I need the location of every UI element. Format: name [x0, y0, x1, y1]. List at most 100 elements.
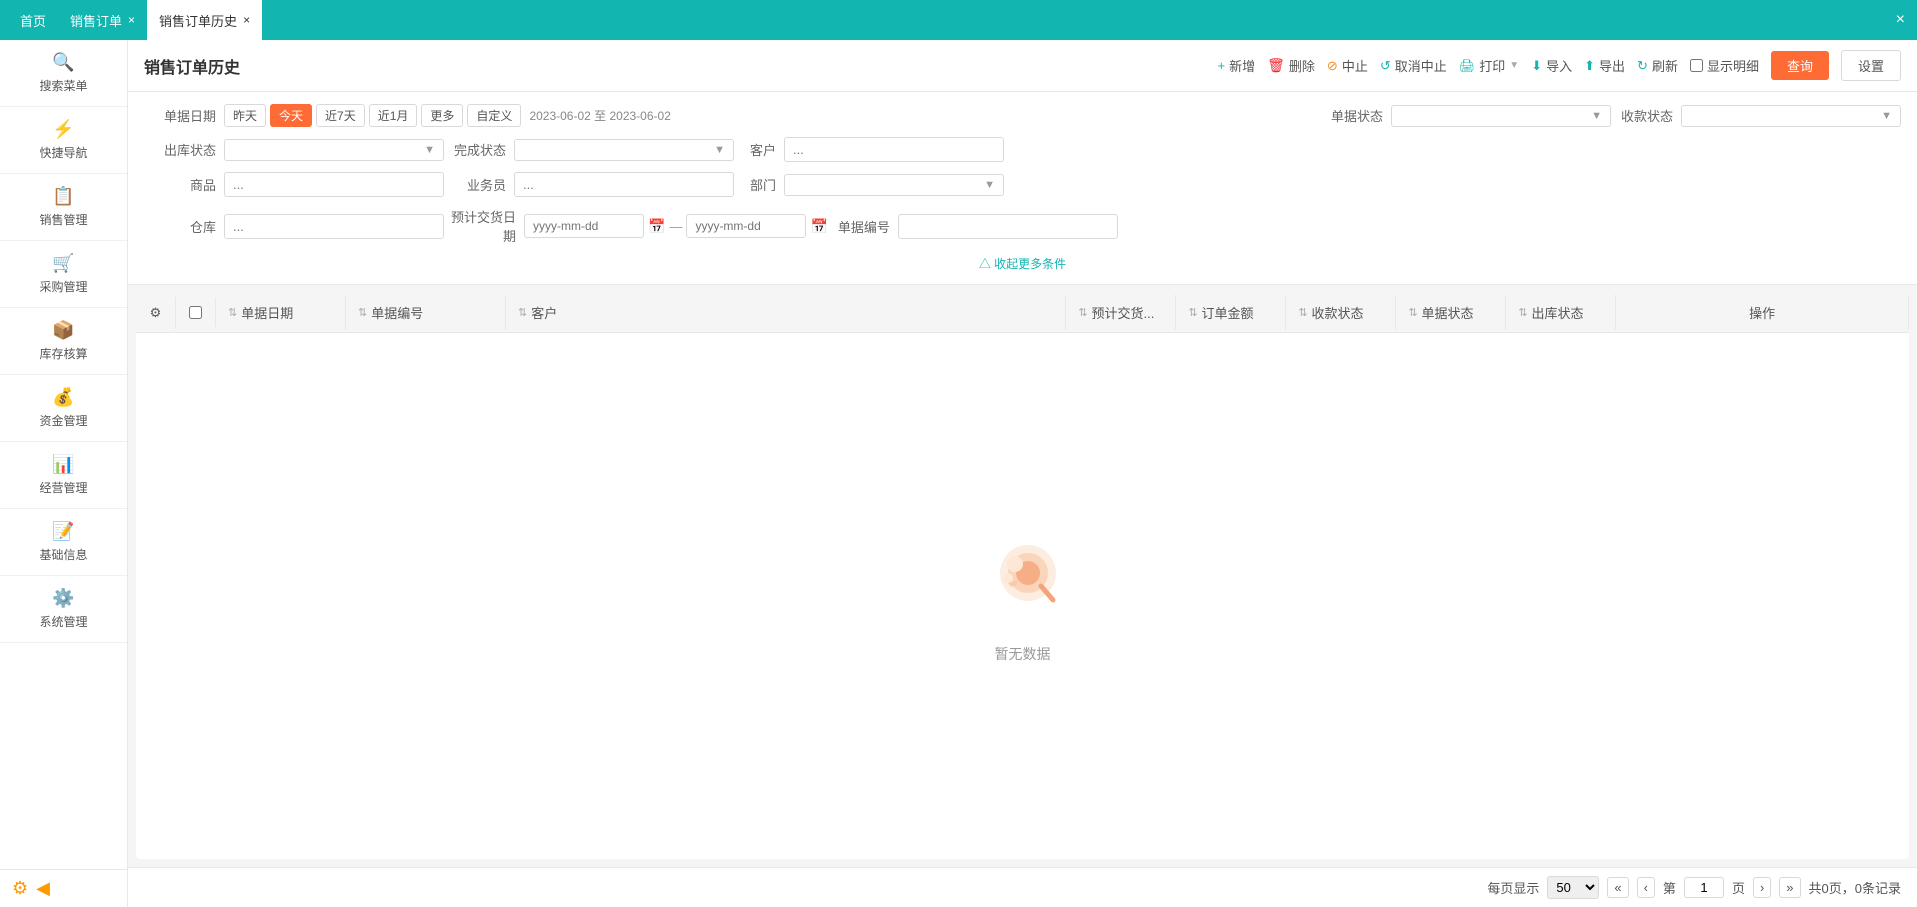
out-status-select[interactable]: ▼ — [224, 139, 444, 161]
cal-to-icon[interactable]: 📅 — [810, 218, 827, 235]
date-btn-more[interactable]: 更多 — [421, 104, 463, 127]
doc-no-field[interactable] — [907, 219, 1109, 234]
dept-select[interactable]: ▼ — [784, 174, 1004, 196]
sidebar-item-base-info[interactable]: 📝 基础信息 — [0, 509, 127, 576]
show-detail-input[interactable] — [1690, 59, 1703, 72]
date-btn-1month[interactable]: 近1月 — [369, 104, 418, 127]
goods-input[interactable] — [224, 172, 444, 197]
tab-sales-order-close[interactable]: × — [128, 13, 135, 27]
sales-person-field[interactable] — [523, 177, 725, 192]
th-doc-status[interactable]: ⇅ 单据状态 — [1396, 295, 1506, 330]
sidebar-item-search-menu[interactable]: 🔍 搜索菜单 — [0, 40, 127, 107]
window-close-btn[interactable]: × — [1896, 11, 1905, 29]
date-btn-today[interactable]: 今天 — [270, 104, 312, 127]
delivery-date-group: 📅 — 📅 — [524, 214, 828, 238]
sidebar-item-purchase-mgmt[interactable]: 🛒 采购管理 — [0, 241, 127, 308]
total-info: 共0页，0条记录 — [1809, 878, 1901, 897]
sys-mgmt-icon: ⚙️ — [52, 588, 74, 609]
page-header: 销售订单历史 + 新增 🗑 删除 ⊘ 中止 ↺ 取消中止 — [128, 40, 1917, 92]
sort-receipt-icon: ⇅ — [1298, 306, 1307, 319]
cal-from-icon[interactable]: 📅 — [648, 218, 665, 235]
th-settings[interactable]: ⚙ — [136, 297, 176, 329]
first-page-btn[interactable]: « — [1607, 877, 1628, 898]
date-btn-7days[interactable]: 近7天 — [316, 104, 365, 127]
warehouse-field[interactable] — [233, 219, 435, 234]
stop-button[interactable]: ⊘ 中止 — [1327, 56, 1368, 75]
sidebar-item-quick-nav-label: 快捷导航 — [39, 144, 87, 161]
th-out-status[interactable]: ⇅ 出库状态 — [1506, 295, 1616, 330]
cancel-stop-button[interactable]: ↺ 取消中止 — [1380, 56, 1447, 75]
doc-status-arrow: ▼ — [1591, 110, 1602, 122]
show-detail-checkbox[interactable]: 显示明细 — [1690, 56, 1759, 75]
sort-out-status-icon: ⇅ — [1518, 306, 1527, 319]
new-icon: + — [1218, 58, 1226, 73]
th-docno[interactable]: ⇅ 单据编号 — [346, 295, 506, 330]
th-amount[interactable]: ⇅ 订单金额 — [1176, 295, 1286, 330]
receipt-status-select[interactable]: ▼ — [1681, 105, 1901, 127]
refresh-button[interactable]: ↻ 刷新 — [1637, 56, 1678, 75]
complete-status-select[interactable]: ▼ — [514, 139, 734, 161]
next-page-btn[interactable]: › — [1753, 877, 1771, 898]
new-button[interactable]: + 新增 — [1218, 56, 1256, 75]
tab-sales-order-history-close[interactable]: × — [243, 13, 250, 27]
prev-page-btn[interactable]: ‹ — [1637, 877, 1655, 898]
table-area: ⚙ ⇅ 单据日期 ⇅ 单据编号 ⇅ 客户 ⇅ 预计交货. — [136, 293, 1909, 859]
tab-home[interactable]: 首页 — [8, 0, 58, 40]
last-page-btn[interactable]: » — [1779, 877, 1800, 898]
base-info-icon: 📝 — [52, 521, 74, 542]
sales-person-input[interactable] — [514, 172, 734, 197]
content-area: 销售订单历史 + 新增 🗑 删除 ⊘ 中止 ↺ 取消中止 — [128, 40, 1917, 907]
page-size-select[interactable]: 50 20 100 — [1547, 876, 1599, 899]
sidebar-item-finance[interactable]: 💰 资金管理 — [0, 375, 127, 442]
sidebar-expand-icon[interactable]: ◀ — [36, 878, 50, 899]
print-icon: 🖨 — [1459, 58, 1476, 74]
dept-arrow: ▼ — [984, 179, 995, 191]
warehouse-input[interactable] — [224, 214, 444, 239]
th-action: 操作 — [1616, 295, 1909, 330]
filter-row-4: 仓库 预计交货日期 📅 — 📅 单据编号 — [144, 207, 1901, 245]
th-delivery[interactable]: ⇅ 预计交货... — [1066, 295, 1176, 330]
setting-button[interactable]: 设置 — [1841, 50, 1901, 81]
th-receipt[interactable]: ⇅ 收款状态 — [1286, 295, 1396, 330]
doc-no-input[interactable] — [898, 214, 1118, 239]
inventory-icon: 📦 — [52, 320, 74, 341]
customer-input[interactable] — [784, 137, 1004, 162]
delivery-date-from[interactable] — [524, 214, 644, 238]
stop-icon: ⊘ — [1327, 58, 1338, 74]
delete-button[interactable]: 🗑 删除 — [1267, 56, 1315, 75]
th-customer[interactable]: ⇅ 客户 — [506, 295, 1066, 330]
empty-illustration — [973, 528, 1073, 628]
customer-field[interactable] — [793, 142, 995, 157]
complete-status-arrow: ▼ — [714, 144, 725, 156]
th-date[interactable]: ⇅ 单据日期 — [216, 295, 346, 330]
doc-status-select[interactable]: ▼ — [1391, 105, 1611, 127]
page-input[interactable] — [1684, 877, 1724, 898]
delivery-date-to[interactable] — [686, 214, 806, 238]
date-btn-yesterday[interactable]: 昨天 — [224, 104, 266, 127]
date-btn-custom[interactable]: 自定义 — [467, 104, 521, 127]
table-header: ⚙ ⇅ 单据日期 ⇅ 单据编号 ⇅ 客户 ⇅ 预计交货. — [136, 293, 1909, 333]
tab-sales-order-history[interactable]: 销售订单历史 × — [147, 0, 262, 40]
sidebar-item-sys-mgmt[interactable]: ⚙️ 系统管理 — [0, 576, 127, 643]
sidebar-item-ops-mgmt-label: 经营管理 — [39, 479, 87, 496]
sidebar-settings-icon[interactable]: ⚙ — [12, 878, 28, 899]
select-all-checkbox[interactable] — [189, 306, 202, 319]
print-button[interactable]: 🖨 打印 ▼ — [1459, 56, 1519, 75]
goods-field[interactable] — [233, 177, 435, 192]
sidebar-item-ops-mgmt[interactable]: 📊 经营管理 — [0, 442, 127, 509]
query-button[interactable]: 查询 — [1771, 51, 1829, 80]
empty-state: 暂无数据 — [136, 333, 1909, 859]
export-button[interactable]: ⬆ 导出 — [1584, 56, 1625, 75]
sidebar-item-sales-mgmt[interactable]: 📋 销售管理 — [0, 174, 127, 241]
import-button[interactable]: ⬇ 导入 — [1531, 56, 1572, 75]
filter-row-3: 商品 业务员 部门 ▼ — [144, 172, 1901, 197]
purchase-mgmt-icon: 🛒 — [52, 253, 74, 274]
collapse-button[interactable]: △ 收起更多条件 — [144, 255, 1901, 272]
out-status-arrow: ▼ — [424, 144, 435, 156]
sidebar-item-quick-nav[interactable]: ⚡ 快捷导航 — [0, 107, 127, 174]
tab-sales-order[interactable]: 销售订单 × — [58, 0, 147, 40]
th-checkbox[interactable] — [176, 298, 216, 327]
sidebar-item-inventory[interactable]: 📦 库存核算 — [0, 308, 127, 375]
sales-person-label: 业务员 — [444, 175, 514, 194]
page-title: 销售订单历史 — [144, 54, 240, 78]
